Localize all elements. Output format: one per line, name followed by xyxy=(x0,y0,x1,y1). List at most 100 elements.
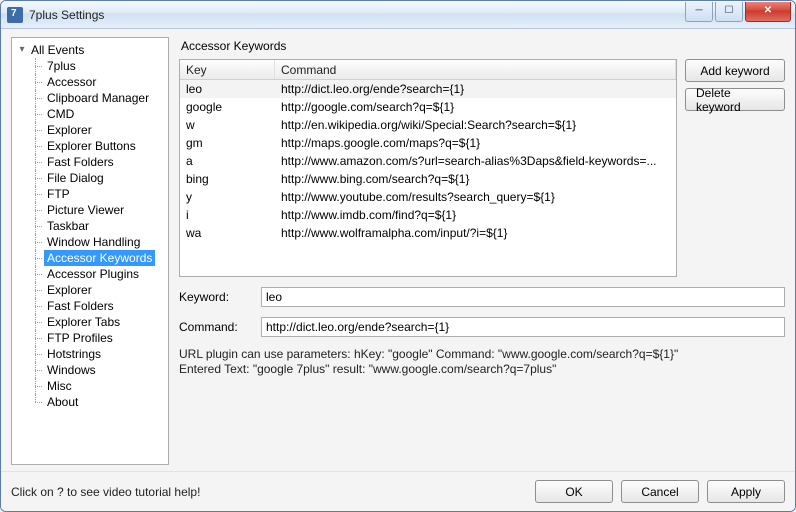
tree-item-label: Explorer xyxy=(44,122,95,138)
tree-item-label: Explorer Buttons xyxy=(44,138,139,154)
tree-item[interactable]: Picture Viewer xyxy=(14,202,166,218)
ok-button[interactable]: OK xyxy=(535,480,613,503)
tree-item[interactable]: Hotstrings xyxy=(14,346,166,362)
cell-command: http://en.wikipedia.org/wiki/Special:Sea… xyxy=(275,118,676,132)
help-text: URL plugin can use parameters: hKey: "go… xyxy=(179,347,785,377)
settings-window: 7plus Settings ─ ☐ ✕ ▾All Events 7plus A… xyxy=(0,0,796,512)
tree-item[interactable]: About xyxy=(14,394,166,410)
tree-item-label: Misc xyxy=(44,378,75,394)
tree-panel: ▾All Events 7plus Accessor Clipboard Man… xyxy=(11,37,169,465)
tree-item[interactable]: Misc xyxy=(14,378,166,394)
cell-command: http://google.com/search?q=${1} xyxy=(275,100,676,114)
tree-item[interactable]: Explorer Buttons xyxy=(14,138,166,154)
cell-command: http://www.amazon.com/s?url=search-alias… xyxy=(275,154,676,168)
tree-item-label: Clipboard Manager xyxy=(44,90,152,106)
add-keyword-button[interactable]: Add keyword xyxy=(685,59,785,82)
titlebar[interactable]: 7plus Settings ─ ☐ ✕ xyxy=(1,1,795,29)
table-row xyxy=(180,242,676,260)
content-panel: Accessor Keywords Key Command leohttp://… xyxy=(179,37,785,465)
cell-command: http://maps.google.com/maps?q=${1} xyxy=(275,136,676,150)
tree-item[interactable]: Taskbar xyxy=(14,218,166,234)
table-row[interactable]: ihttp://www.imdb.com/find?q=${1} xyxy=(180,206,676,224)
tree-item-label: Fast Folders xyxy=(44,154,117,170)
tree-item[interactable]: Explorer xyxy=(14,122,166,138)
tree-item[interactable]: Accessor Plugins xyxy=(14,266,166,282)
close-button[interactable]: ✕ xyxy=(745,2,791,22)
tree-item-label: Hotstrings xyxy=(44,346,104,362)
tree-item-label: FTP xyxy=(44,186,73,202)
tree-item[interactable]: CMD xyxy=(14,106,166,122)
tree-item-label: Explorer Tabs xyxy=(44,314,123,330)
cell-key: google xyxy=(180,100,275,114)
table-row[interactable]: gmhttp://maps.google.com/maps?q=${1} xyxy=(180,134,676,152)
table-row[interactable]: whttp://en.wikipedia.org/wiki/Special:Se… xyxy=(180,116,676,134)
tree-item[interactable]: Fast Folders xyxy=(14,298,166,314)
window-title: 7plus Settings xyxy=(29,8,104,22)
table-row[interactable]: ahttp://www.amazon.com/s?url=search-alia… xyxy=(180,152,676,170)
tree-item-label: 7plus xyxy=(44,58,79,74)
maximize-icon: ☐ xyxy=(725,6,734,16)
tree-item[interactable]: File Dialog xyxy=(14,170,166,186)
keyword-input[interactable] xyxy=(261,287,785,307)
command-input[interactable] xyxy=(261,317,785,337)
help-line-1: URL plugin can use parameters: hKey: "go… xyxy=(179,347,785,362)
keywords-table[interactable]: Key Command leohttp://dict.leo.org/ende?… xyxy=(179,59,677,277)
tree-item[interactable]: Window Handling xyxy=(14,234,166,250)
tree-item[interactable]: Accessor Keywords xyxy=(14,250,166,266)
chevron-down-icon[interactable]: ▾ xyxy=(16,42,28,58)
table-row[interactable]: leohttp://dict.leo.org/ende?search={1} xyxy=(180,80,676,98)
column-header-key[interactable]: Key xyxy=(180,60,275,79)
tree-item-label: Picture Viewer xyxy=(44,202,127,218)
table-row[interactable]: yhttp://www.youtube.com/results?search_q… xyxy=(180,188,676,206)
table-row[interactable]: binghttp://www.bing.com/search?q=${1} xyxy=(180,170,676,188)
tutorial-hint: Click on ? to see video tutorial help! xyxy=(11,485,200,499)
command-label: Command: xyxy=(179,320,251,334)
cell-command: http://www.youtube.com/results?search_qu… xyxy=(275,190,676,204)
tree-item-label: All Events xyxy=(28,42,87,58)
tree-item[interactable]: ▾All Events xyxy=(14,42,166,58)
tree-item-label: Windows xyxy=(44,362,99,378)
cell-key: gm xyxy=(180,136,275,150)
cell-command: http://www.bing.com/search?q=${1} xyxy=(275,172,676,186)
cell-command: http://www.wolframalpha.com/input/?i=${1… xyxy=(275,226,676,240)
minimize-button[interactable]: ─ xyxy=(685,2,713,22)
cell-command: http://dict.leo.org/ende?search={1} xyxy=(275,82,676,96)
cell-key: i xyxy=(180,208,275,222)
cell-key: leo xyxy=(180,82,275,96)
table-row[interactable]: googlehttp://google.com/search?q=${1} xyxy=(180,98,676,116)
tree-item[interactable]: Explorer xyxy=(14,282,166,298)
table-row xyxy=(180,260,676,277)
tree-item-label: FTP Profiles xyxy=(44,330,116,346)
tree-item-label: Accessor Keywords xyxy=(44,250,155,266)
tree-item[interactable]: Windows xyxy=(14,362,166,378)
tree-item[interactable]: Explorer Tabs xyxy=(14,314,166,330)
footer: Click on ? to see video tutorial help! O… xyxy=(1,471,795,511)
tree-item-label: About xyxy=(44,394,81,410)
tree-item-label: File Dialog xyxy=(44,170,107,186)
tree-item-label: Fast Folders xyxy=(44,298,117,314)
cancel-button[interactable]: Cancel xyxy=(621,480,699,503)
events-tree[interactable]: ▾All Events 7plus Accessor Clipboard Man… xyxy=(11,37,169,465)
delete-keyword-button[interactable]: Delete keyword xyxy=(685,88,785,111)
tree-item[interactable]: Fast Folders xyxy=(14,154,166,170)
maximize-button[interactable]: ☐ xyxy=(715,2,743,22)
tree-item[interactable]: Clipboard Manager xyxy=(14,90,166,106)
table-row[interactable]: wahttp://www.wolframalpha.com/input/?i=$… xyxy=(180,224,676,242)
cell-key: wa xyxy=(180,226,275,240)
tree-item[interactable]: Accessor xyxy=(14,74,166,90)
tree-item-label: Explorer xyxy=(44,282,95,298)
keyword-label: Keyword: xyxy=(179,290,251,304)
cell-key: y xyxy=(180,190,275,204)
column-header-command[interactable]: Command xyxy=(275,60,676,79)
cell-key: w xyxy=(180,118,275,132)
apply-button[interactable]: Apply xyxy=(707,480,785,503)
tree-item-label: Accessor Plugins xyxy=(44,266,142,282)
tree-item[interactable]: FTP Profiles xyxy=(14,330,166,346)
client-area: ▾All Events 7plus Accessor Clipboard Man… xyxy=(1,29,795,471)
tree-item[interactable]: FTP xyxy=(14,186,166,202)
tree-item[interactable]: 7plus xyxy=(14,58,166,74)
app-icon xyxy=(7,7,23,23)
cell-key: bing xyxy=(180,172,275,186)
tree-item-label: Window Handling xyxy=(44,234,143,250)
cell-key: a xyxy=(180,154,275,168)
